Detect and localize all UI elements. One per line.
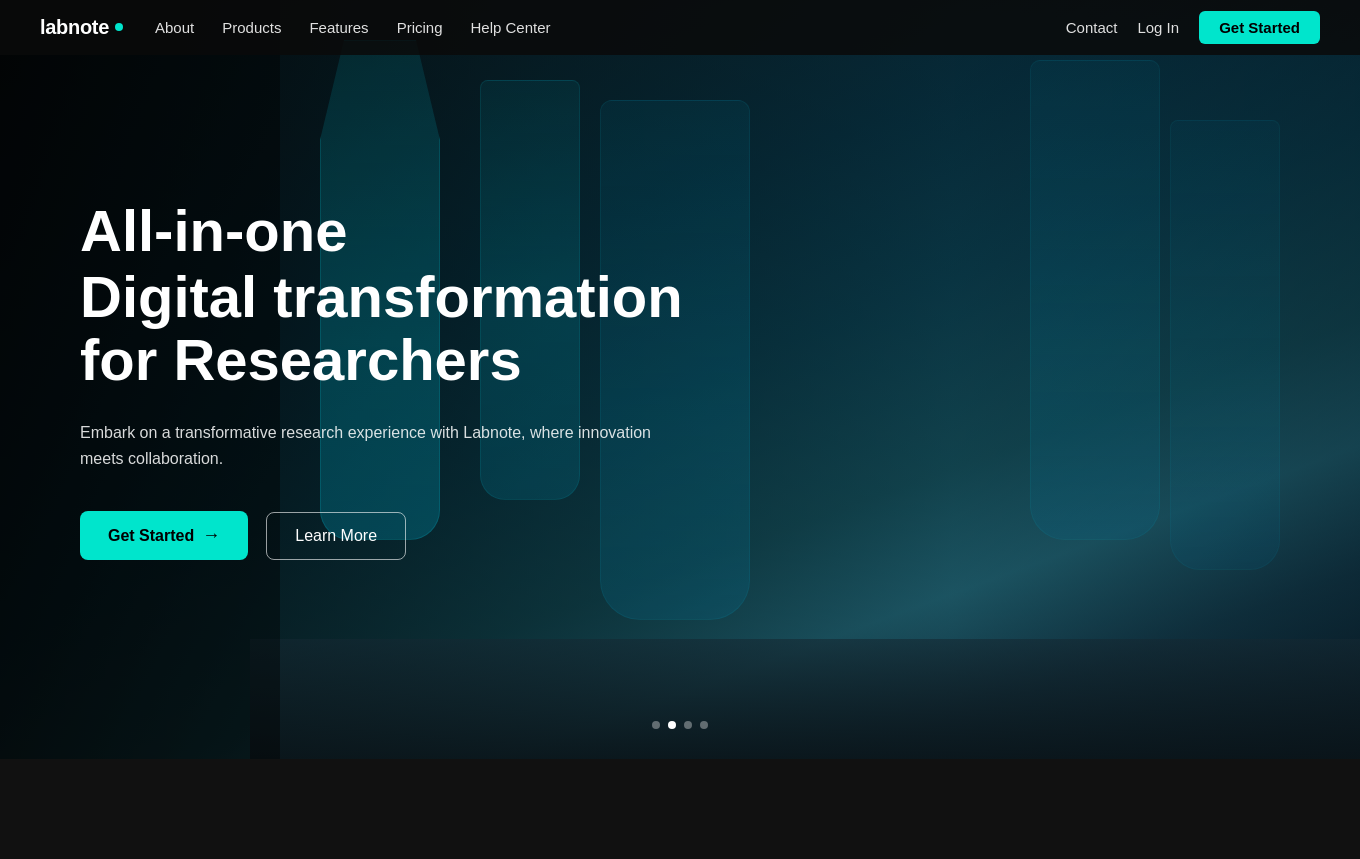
nav-link-pricing[interactable]: Pricing xyxy=(397,19,443,36)
carousel-dots xyxy=(652,721,708,729)
carousel-dot-2[interactable] xyxy=(668,721,676,729)
nav-link-help-center[interactable]: Help Center xyxy=(470,19,550,36)
hero-subtitle: Embark on a transformative research expe… xyxy=(80,420,660,471)
nav-left: labnote About Products Features Pricing … xyxy=(40,16,551,39)
hero-get-started-button[interactable]: Get Started → xyxy=(80,511,248,560)
navigation: labnote About Products Features Pricing … xyxy=(0,0,1360,55)
hero-heading-line-2: Digital transformation xyxy=(80,265,1280,329)
carousel-dot-3[interactable] xyxy=(684,721,692,729)
logo[interactable]: labnote xyxy=(40,16,123,39)
nav-link-products[interactable]: Products xyxy=(222,19,281,36)
hero-heading-line-3: for Researchers xyxy=(80,328,1280,392)
hero-learn-more-button[interactable]: Learn More xyxy=(266,512,406,560)
nav-link-about[interactable]: About xyxy=(155,19,194,36)
logo-dot-icon xyxy=(115,23,123,31)
arrow-right-icon: → xyxy=(202,525,220,546)
nav-right: Contact Log In Get Started xyxy=(1066,11,1320,44)
carousel-dot-4[interactable] xyxy=(700,721,708,729)
logo-text: labnote xyxy=(40,16,109,39)
hero-buttons: Get Started → Learn More xyxy=(80,511,1280,560)
nav-get-started-button[interactable]: Get Started xyxy=(1199,11,1320,44)
below-hero-section xyxy=(0,759,1360,859)
hero-section: All-in-one Digital transformation for Re… xyxy=(0,0,1360,759)
nav-login-link[interactable]: Log In xyxy=(1137,19,1179,36)
nav-links: About Products Features Pricing Help Cen… xyxy=(155,19,551,36)
nav-link-features[interactable]: Features xyxy=(309,19,368,36)
hero-heading-line-1: All-in-one xyxy=(80,199,1280,263)
hero-content: All-in-one Digital transformation for Re… xyxy=(0,0,1360,759)
get-started-label: Get Started xyxy=(108,527,194,545)
carousel-dot-1[interactable] xyxy=(652,721,660,729)
nav-contact-link[interactable]: Contact xyxy=(1066,19,1118,36)
